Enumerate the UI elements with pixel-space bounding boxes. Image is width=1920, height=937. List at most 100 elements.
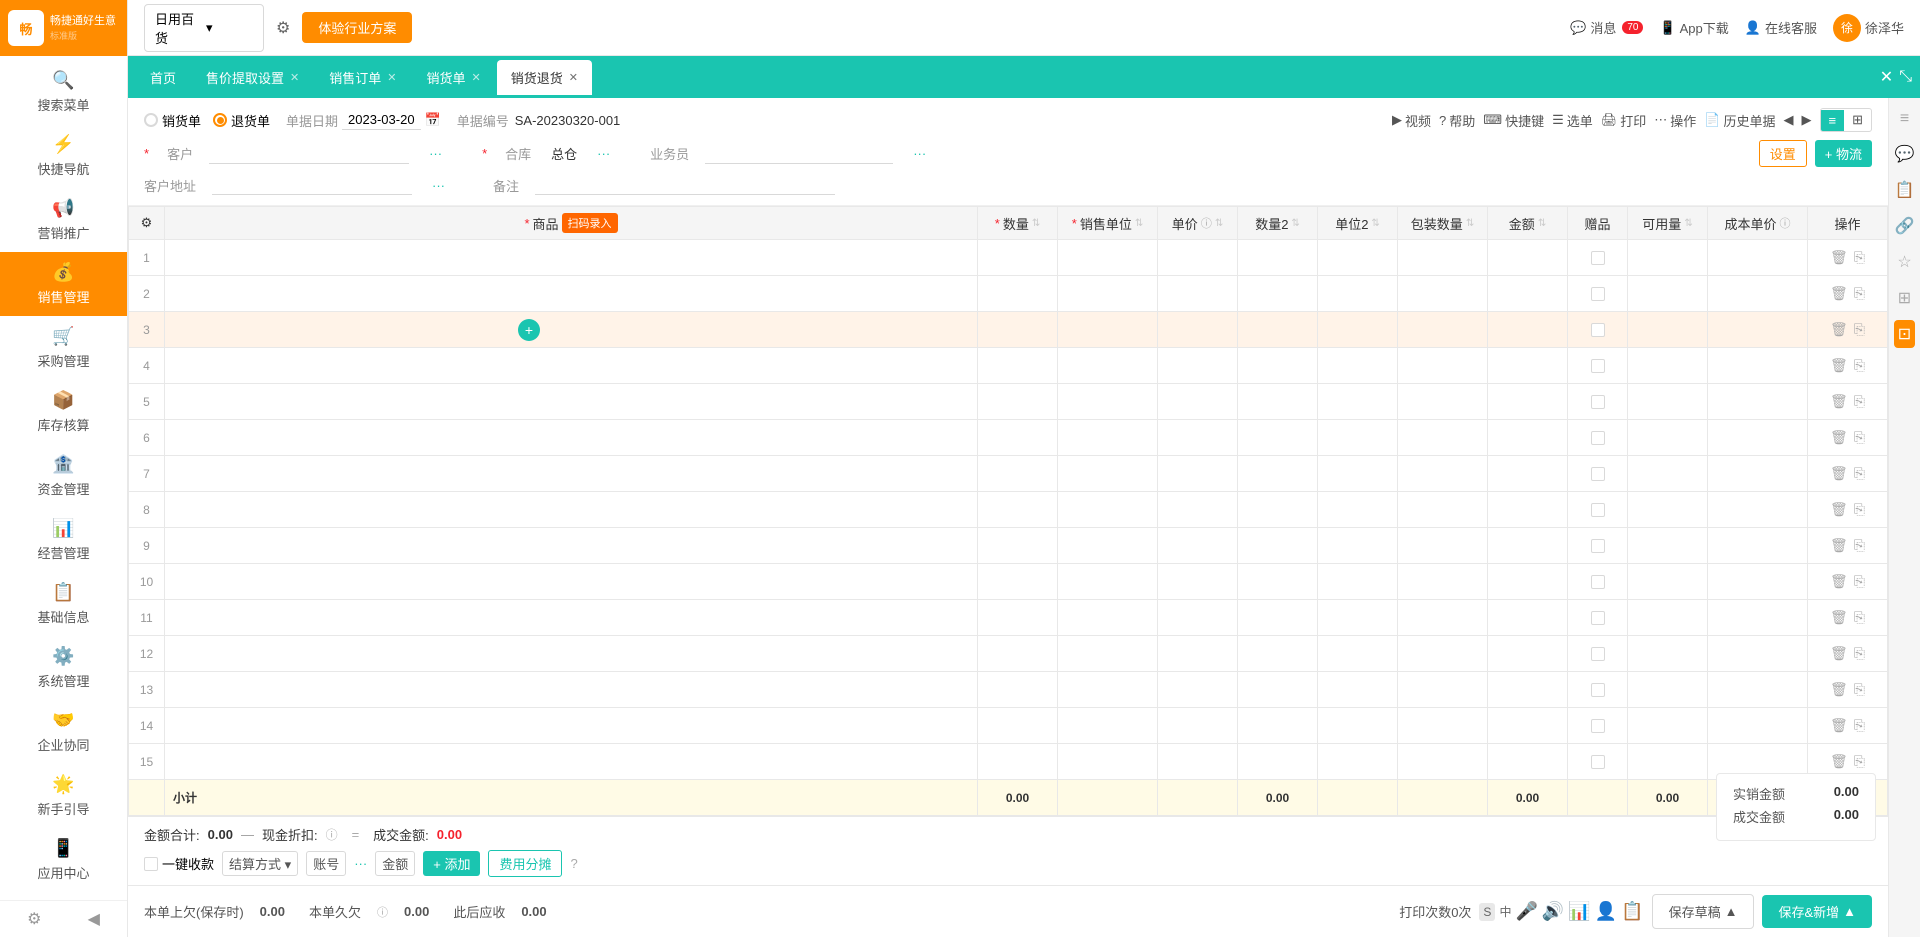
gift-checkbox-5[interactable] <box>1591 395 1605 409</box>
settings-footer-btn[interactable]: ⚙ <box>27 909 41 929</box>
rp-icon-5[interactable]: ☆ <box>1893 248 1915 276</box>
gift-cell-12[interactable] <box>1568 636 1628 672</box>
price-info-icon[interactable]: ⓘ <box>1201 215 1212 231</box>
delete-icon-1[interactable]: 🗑 <box>1830 249 1848 266</box>
unit2-cell-12[interactable] <box>1318 636 1398 672</box>
qty2-cell-13[interactable] <box>1238 672 1318 708</box>
packqty-cell-2[interactable] <box>1398 276 1488 312</box>
price-cell-11[interactable] <box>1158 600 1238 636</box>
amount-cell-6[interactable] <box>1488 420 1568 456</box>
collapse-footer-btn[interactable]: ◀ <box>88 909 100 929</box>
avail-cell-5[interactable] <box>1628 384 1708 420</box>
gift-checkbox-10[interactable] <box>1591 575 1605 589</box>
unit2-cell-4[interactable] <box>1318 348 1398 384</box>
delete-icon-2[interactable]: 🗑 <box>1830 285 1848 302</box>
unit2-cell-5[interactable] <box>1318 384 1398 420</box>
product-cell-9[interactable] <box>165 528 978 564</box>
cost-cell-11[interactable] <box>1708 600 1808 636</box>
unit2-cell-2[interactable] <box>1318 276 1398 312</box>
gift-checkbox-8[interactable] <box>1591 503 1605 517</box>
cost-cell-13[interactable] <box>1708 672 1808 708</box>
gift-cell-4[interactable] <box>1568 348 1628 384</box>
tab-close-price-setting[interactable]: ✕ <box>290 71 299 84</box>
sidebar-item-shortcut[interactable]: ⚡快捷导航 <box>0 124 127 188</box>
packqty-cell-10[interactable] <box>1398 564 1488 600</box>
unit-cell-11[interactable] <box>1058 600 1158 636</box>
history-btn[interactable]: 📄 历史单据 <box>1704 108 1775 132</box>
avail-cell-11[interactable] <box>1628 600 1708 636</box>
tab-close-sales-delivery[interactable]: ✕ <box>472 71 481 84</box>
qty2-cell-8[interactable] <box>1238 492 1318 528</box>
product-cell-8[interactable] <box>165 492 978 528</box>
qty-cell-13[interactable] <box>978 672 1058 708</box>
shortcut-btn[interactable]: ⌨ 快捷键 <box>1483 108 1544 132</box>
product-cell-5[interactable] <box>165 384 978 420</box>
product-cell-13[interactable] <box>165 672 978 708</box>
print-btn[interactable]: 🖨 打印 <box>1601 108 1647 132</box>
gift-checkbox-9[interactable] <box>1591 539 1605 553</box>
unit-cell-5[interactable] <box>1058 384 1158 420</box>
product-cell-10[interactable] <box>165 564 978 600</box>
gift-cell-11[interactable] <box>1568 600 1628 636</box>
view-list-btn[interactable]: ≡ <box>1821 110 1845 131</box>
gift-checkbox-12[interactable] <box>1591 647 1605 661</box>
warehouse-dots[interactable]: ··· <box>597 146 610 161</box>
price-cell-15[interactable] <box>1158 744 1238 780</box>
remark-input[interactable] <box>535 175 835 195</box>
amount-cell-10[interactable] <box>1488 564 1568 600</box>
salesperson-input[interactable] <box>705 144 893 164</box>
avail-cell-13[interactable] <box>1628 672 1708 708</box>
sidebar-item-inventory[interactable]: 📦库存核算 <box>0 380 127 444</box>
gift-checkbox-14[interactable] <box>1591 719 1605 733</box>
sidebar-item-finance[interactable]: 🏦资金管理 <box>0 444 127 508</box>
copy-icon-2[interactable]: ⎘ <box>1854 285 1865 302</box>
avail-sort-icon[interactable]: ⇅ <box>1684 218 1692 229</box>
gift-cell-5[interactable] <box>1568 384 1628 420</box>
qty-cell-11[interactable] <box>978 600 1058 636</box>
product-cell-2[interactable] <box>165 276 978 312</box>
product-cell-7[interactable] <box>165 456 978 492</box>
operation-btn[interactable]: ⋯ 操作 <box>1654 108 1696 132</box>
copy-icon-3[interactable]: ⎘ <box>1854 321 1865 338</box>
unit2-cell-6[interactable] <box>1318 420 1398 456</box>
cost-cell-9[interactable] <box>1708 528 1808 564</box>
gift-cell-14[interactable] <box>1568 708 1628 744</box>
product-cell-4[interactable] <box>165 348 978 384</box>
unit2-cell-1[interactable] <box>1318 240 1398 276</box>
product-cell-12[interactable] <box>165 636 978 672</box>
sidebar-item-operations[interactable]: 📊经营管理 <box>0 508 127 572</box>
delete-icon-14[interactable]: 🗑 <box>1830 717 1848 734</box>
packqty-cell-4[interactable] <box>1398 348 1488 384</box>
qty-cell-6[interactable] <box>978 420 1058 456</box>
gift-checkbox-11[interactable] <box>1591 611 1605 625</box>
copy-icon-6[interactable]: ⎘ <box>1854 429 1865 446</box>
salesperson-dots[interactable]: ··· <box>913 146 926 161</box>
sidebar-item-basic[interactable]: 📋基础信息 <box>0 572 127 636</box>
amount-cell-12[interactable] <box>1488 636 1568 672</box>
cost-cell-12[interactable] <box>1708 636 1808 672</box>
avail-cell-6[interactable] <box>1628 420 1708 456</box>
qty2-cell-2[interactable] <box>1238 276 1318 312</box>
product-cell-6[interactable] <box>165 420 978 456</box>
cost-cell-2[interactable] <box>1708 276 1808 312</box>
copy-icon-15[interactable]: ⎘ <box>1854 753 1865 770</box>
delete-icon-8[interactable]: 🗑 <box>1830 501 1848 518</box>
product-cell-11[interactable] <box>165 600 978 636</box>
product-input-3[interactable] <box>889 322 969 337</box>
qty2-cell-10[interactable] <box>1238 564 1318 600</box>
cost-info-icon[interactable]: ⓘ <box>1780 215 1791 231</box>
price-cell-7[interactable] <box>1158 456 1238 492</box>
cost-cell-4[interactable] <box>1708 348 1808 384</box>
gift-checkbox-6[interactable] <box>1591 431 1605 445</box>
unit-cell-4[interactable] <box>1058 348 1158 384</box>
gift-cell-10[interactable] <box>1568 564 1628 600</box>
unit-cell-9[interactable] <box>1058 528 1158 564</box>
date-value[interactable]: 2023-03-20 <box>342 110 421 130</box>
price-sort-icon[interactable]: ⇅ <box>1215 218 1223 229</box>
qty-cell-1[interactable] <box>978 240 1058 276</box>
delete-icon-3[interactable]: 🗑 <box>1830 321 1848 338</box>
avail-cell-4[interactable] <box>1628 348 1708 384</box>
sidebar-item-sales[interactable]: 💰销售管理 <box>0 252 127 316</box>
tool-table-icon[interactable]: 📋 <box>1621 901 1643 922</box>
amount-cell-9[interactable] <box>1488 528 1568 564</box>
